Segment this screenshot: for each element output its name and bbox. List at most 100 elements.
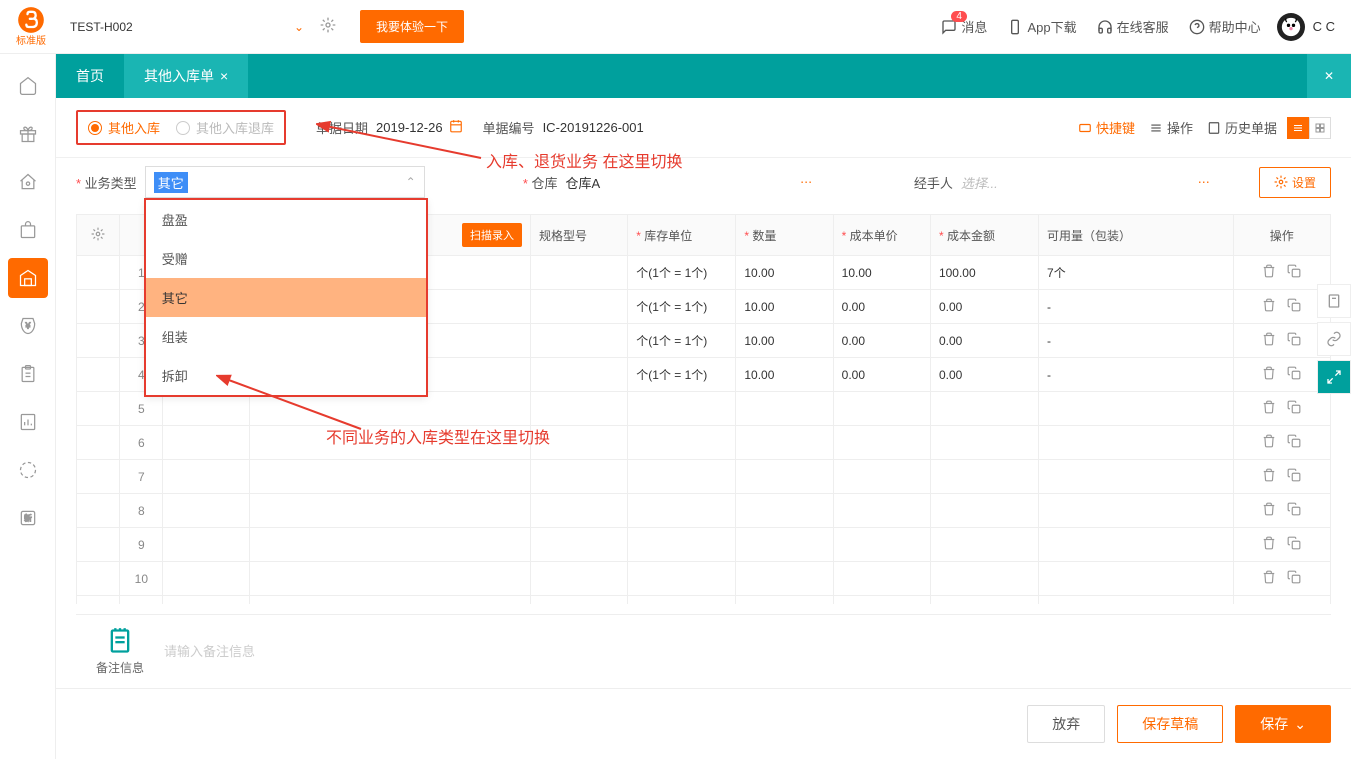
- biztype-dropdown: 盘盈 受赠 其它 组装 拆卸: [145, 199, 427, 396]
- svg-text:新: 新: [24, 513, 32, 523]
- float-expand-icon[interactable]: [1317, 360, 1351, 394]
- nav-clipboard[interactable]: [8, 354, 48, 394]
- settings-button[interactable]: 设置: [1259, 167, 1331, 198]
- help-center-button[interactable]: 帮助中心: [1189, 17, 1261, 36]
- form-row: 业务类型 其它 ⌃ 盘盈 受赠 其它 组装 拆卸 仓库 仓库A ⋯: [56, 158, 1351, 214]
- scan-import-button[interactable]: 扫描录入: [462, 223, 522, 247]
- col-qty: 数量: [736, 215, 833, 256]
- user-name: C C: [1313, 19, 1335, 34]
- dropdown-item[interactable]: 拆卸: [146, 356, 426, 395]
- delete-icon[interactable]: [1262, 332, 1276, 346]
- nav-loading[interactable]: [8, 450, 48, 490]
- org-selector[interactable]: TEST-H002 ⌄: [62, 11, 312, 43]
- logo-text: 标准版: [16, 32, 46, 47]
- customer-service-button[interactable]: 在线客服: [1097, 17, 1169, 36]
- cancel-button[interactable]: 放弃: [1027, 705, 1105, 743]
- copy-icon[interactable]: [1287, 502, 1301, 516]
- transaction-type-radio-group: 其他入库 其他入库退库: [76, 110, 286, 145]
- copy-icon[interactable]: [1287, 570, 1301, 584]
- table-row[interactable]: 10: [77, 562, 1331, 596]
- delete-icon[interactable]: [1262, 298, 1276, 312]
- gear-icon[interactable]: [320, 17, 336, 36]
- remarks-section: 备注信息: [76, 614, 1331, 688]
- more-icon[interactable]: ⋯: [800, 175, 812, 189]
- nav-report[interactable]: [8, 402, 48, 442]
- nav-home[interactable]: [8, 66, 48, 106]
- copy-icon[interactable]: [1287, 400, 1301, 414]
- copy-icon[interactable]: [1287, 332, 1301, 346]
- float-note-icon[interactable]: [1317, 284, 1351, 318]
- shortcut-key-link[interactable]: 快捷键: [1078, 118, 1135, 137]
- table-row[interactable]: 7: [77, 460, 1331, 494]
- col-unit: 库存单位: [628, 215, 736, 256]
- table-row[interactable]: 9: [77, 528, 1331, 562]
- app-download-button[interactable]: App下载: [1007, 17, 1076, 36]
- col-spec: 规格型号: [531, 215, 628, 256]
- delete-icon[interactable]: [1262, 570, 1276, 584]
- brand-icon: [17, 6, 45, 34]
- nav-warehouse[interactable]: [8, 258, 48, 298]
- messages-button[interactable]: 4 消息: [941, 17, 987, 36]
- radio-inbound[interactable]: 其他入库: [88, 118, 160, 137]
- nav-money[interactable]: ¥: [8, 306, 48, 346]
- warehouse-value[interactable]: 仓库A: [566, 173, 601, 192]
- dropdown-item[interactable]: 其它: [146, 278, 426, 317]
- close-all-button[interactable]: ✕: [1307, 54, 1351, 98]
- svg-text:¥: ¥: [24, 321, 30, 331]
- delete-icon[interactable]: [1262, 366, 1276, 380]
- avatar[interactable]: [1277, 13, 1305, 41]
- col-settings[interactable]: [77, 215, 120, 256]
- save-button[interactable]: 保存 ⌄: [1235, 705, 1331, 743]
- org-name: TEST-H002: [70, 20, 133, 34]
- col-amount: 成本金额: [930, 215, 1038, 256]
- remarks-input[interactable]: [164, 644, 1311, 659]
- table-row[interactable]: 11: [77, 596, 1331, 605]
- nav-house[interactable]: [8, 162, 48, 202]
- delete-icon[interactable]: [1262, 536, 1276, 550]
- operate-link[interactable]: 操作: [1149, 118, 1193, 137]
- table-row[interactable]: 6: [77, 426, 1331, 460]
- dropdown-item[interactable]: 受赠: [146, 239, 426, 278]
- float-link-icon[interactable]: [1317, 322, 1351, 356]
- close-icon[interactable]: ×: [220, 68, 228, 84]
- tab-current[interactable]: 其他入库单 ×: [124, 54, 248, 98]
- col-operations: 操作: [1233, 215, 1330, 256]
- biztype-select[interactable]: 其它 ⌃ 盘盈 受赠 其它 组装 拆卸: [145, 166, 425, 198]
- delete-icon[interactable]: [1262, 400, 1276, 414]
- doc-header: 其他入库 其他入库退库 单据日期 2019-12-26 单据编号 IC-2019…: [56, 98, 1351, 158]
- nav-new[interactable]: 新: [8, 498, 48, 538]
- view-grid-button[interactable]: [1309, 117, 1331, 139]
- dropdown-item[interactable]: 组装: [146, 317, 426, 356]
- nav-bag[interactable]: [8, 210, 48, 250]
- radio-icon: [176, 121, 190, 135]
- tab-bar: 首页 其他入库单 × ✕: [56, 54, 1351, 98]
- copy-icon[interactable]: [1287, 366, 1301, 380]
- table-row[interactable]: 8: [77, 494, 1331, 528]
- delete-icon[interactable]: [1262, 502, 1276, 516]
- chevron-down-icon: ⌄: [294, 20, 304, 34]
- copy-icon[interactable]: [1287, 298, 1301, 312]
- table-row[interactable]: 5: [77, 392, 1331, 426]
- tab-home[interactable]: 首页: [56, 54, 124, 98]
- history-link[interactable]: 历史单据: [1207, 118, 1277, 137]
- calendar-icon[interactable]: [449, 119, 463, 136]
- delete-icon[interactable]: [1262, 434, 1276, 448]
- more-icon[interactable]: ⋯: [1198, 175, 1210, 189]
- biztype-label: 业务类型: [76, 173, 137, 192]
- delete-icon[interactable]: [1262, 264, 1276, 278]
- copy-icon[interactable]: [1287, 468, 1301, 482]
- save-draft-button[interactable]: 保存草稿: [1117, 705, 1223, 743]
- chevron-down-icon: ⌄: [1294, 716, 1306, 733]
- copy-icon[interactable]: [1287, 264, 1301, 278]
- delete-icon[interactable]: [1262, 468, 1276, 482]
- radio-return[interactable]: 其他入库退库: [176, 118, 274, 137]
- handler-select[interactable]: 选择...: [961, 173, 998, 192]
- trial-button[interactable]: 我要体验一下: [360, 10, 464, 43]
- logo: 标准版: [16, 6, 46, 47]
- radio-icon: [88, 121, 102, 135]
- copy-icon[interactable]: [1287, 536, 1301, 550]
- nav-gift[interactable]: [8, 114, 48, 154]
- copy-icon[interactable]: [1287, 434, 1301, 448]
- dropdown-item[interactable]: 盘盈: [146, 200, 426, 239]
- view-list-button[interactable]: [1287, 117, 1309, 139]
